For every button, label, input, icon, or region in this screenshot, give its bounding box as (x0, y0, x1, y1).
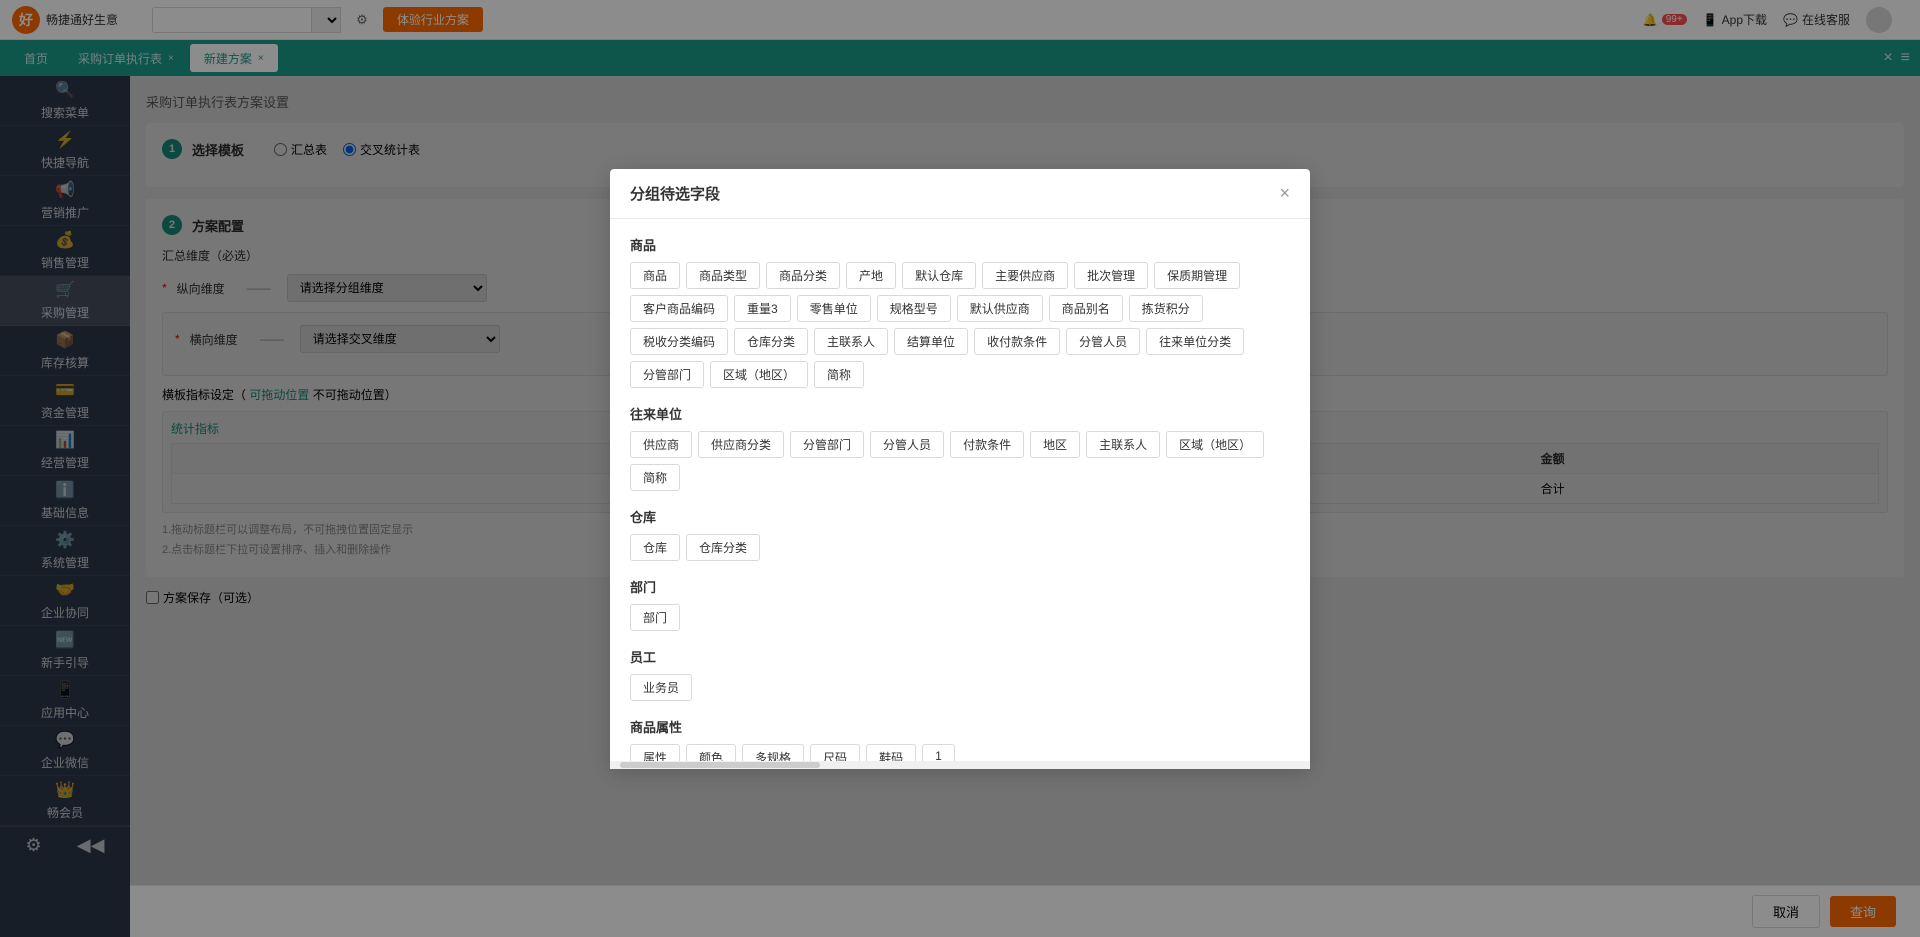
field-tag-0-3[interactable]: 产地 (846, 262, 896, 289)
field-tag-0-17[interactable]: 主联系人 (814, 328, 888, 355)
field-tag-1-3[interactable]: 分管人员 (870, 431, 944, 458)
field-tags-0: 商品商品类型商品分类产地默认仓库主要供应商批次管理保质期管理客户商品编码重量3零… (630, 262, 1290, 388)
field-tag-1-1[interactable]: 供应商分类 (698, 431, 784, 458)
field-section-title-4: 员工 (630, 647, 1290, 666)
modal-close-button[interactable]: × (1279, 184, 1290, 202)
field-tag-0-5[interactable]: 主要供应商 (982, 262, 1068, 289)
field-tag-1-5[interactable]: 地区 (1030, 431, 1080, 458)
field-tag-0-12[interactable]: 默认供应商 (957, 295, 1043, 322)
field-tag-0-7[interactable]: 保质期管理 (1154, 262, 1240, 289)
field-section-5: 商品属性属性颜色多规格尺码鞋码 1 (630, 717, 1290, 761)
field-tag-0-21[interactable]: 往来单位分类 (1146, 328, 1244, 355)
field-section-3: 部门部门 (630, 577, 1290, 631)
modal-overlay[interactable]: 分组待选字段 × 商品商品商品类型商品分类产地默认仓库主要供应商批次管理保质期管… (0, 0, 1920, 937)
field-tag-5-2[interactable]: 多规格 (742, 744, 804, 761)
field-tag-0-20[interactable]: 分管人员 (1066, 328, 1140, 355)
modal: 分组待选字段 × 商品商品商品类型商品分类产地默认仓库主要供应商批次管理保质期管… (610, 169, 1310, 769)
field-tag-5-3[interactable]: 尺码 (810, 744, 860, 761)
field-tags-5: 属性颜色多规格尺码鞋码 1 (630, 744, 1290, 761)
field-tag-0-9[interactable]: 重量3 (734, 295, 791, 322)
field-tag-4-0[interactable]: 业务员 (630, 674, 692, 701)
field-tag-1-8[interactable]: 简称 (630, 464, 680, 491)
field-section-title-3: 部门 (630, 577, 1290, 596)
field-tag-0-8[interactable]: 客户商品编码 (630, 295, 728, 322)
modal-body: 商品商品商品类型商品分类产地默认仓库主要供应商批次管理保质期管理客户商品编码重量… (610, 219, 1310, 761)
field-tag-0-11[interactable]: 规格型号 (877, 295, 951, 322)
field-tag-0-18[interactable]: 结算单位 (894, 328, 968, 355)
field-section-title-2: 仓库 (630, 507, 1290, 526)
field-tag-0-1[interactable]: 商品类型 (686, 262, 760, 289)
field-tag-3-0[interactable]: 部门 (630, 604, 680, 631)
field-section-title-5: 商品属性 (630, 717, 1290, 736)
field-tag-0-2[interactable]: 商品分类 (766, 262, 840, 289)
field-tag-5-1[interactable]: 颜色 (686, 744, 736, 761)
field-tag-0-0[interactable]: 商品 (630, 262, 680, 289)
field-tags-2: 仓库仓库分类 (630, 534, 1290, 561)
field-tag-0-6[interactable]: 批次管理 (1074, 262, 1148, 289)
field-section-4: 员工业务员 (630, 647, 1290, 701)
field-tag-0-15[interactable]: 税收分类编码 (630, 328, 728, 355)
field-tag-0-10[interactable]: 零售单位 (797, 295, 871, 322)
field-tags-1: 供应商供应商分类分管部门分管人员付款条件地区主联系人区域（地区） 简称 (630, 431, 1290, 491)
field-tags-4: 业务员 (630, 674, 1290, 701)
field-tag-0-23[interactable]: 区域（地区） (710, 361, 808, 388)
field-tag-1-0[interactable]: 供应商 (630, 431, 692, 458)
field-tag-0-13[interactable]: 商品别名 (1049, 295, 1123, 322)
modal-title: 分组待选字段 (630, 183, 720, 204)
field-section-1: 往来单位供应商供应商分类分管部门分管人员付款条件地区主联系人区域（地区） 简称 (630, 404, 1290, 491)
modal-scrollbar (610, 761, 1310, 769)
field-tag-0-24[interactable]: 简称 (814, 361, 864, 388)
field-tag-0-14[interactable]: 拣货积分 (1129, 295, 1203, 322)
field-tags-3: 部门 (630, 604, 1290, 631)
field-section-0: 商品商品商品类型商品分类产地默认仓库主要供应商批次管理保质期管理客户商品编码重量… (630, 235, 1290, 388)
field-tag-0-22[interactable]: 分管部门 (630, 361, 704, 388)
field-tag-0-4[interactable]: 默认仓库 (902, 262, 976, 289)
field-tag-0-16[interactable]: 仓库分类 (734, 328, 808, 355)
field-section-2: 仓库仓库仓库分类 (630, 507, 1290, 561)
field-tag-1-2[interactable]: 分管部门 (790, 431, 864, 458)
field-section-title-0: 商品 (630, 235, 1290, 254)
field-tag-1-6[interactable]: 主联系人 (1086, 431, 1160, 458)
modal-scrollbar-thumb (620, 762, 820, 768)
field-tag-5-5[interactable]: 1 (922, 744, 955, 761)
field-tag-1-7[interactable]: 区域（地区） (1166, 431, 1264, 458)
modal-header: 分组待选字段 × (610, 169, 1310, 219)
field-tag-5-4[interactable]: 鞋码 (866, 744, 916, 761)
field-tag-1-4[interactable]: 付款条件 (950, 431, 1024, 458)
field-section-title-1: 往来单位 (630, 404, 1290, 423)
field-tag-0-19[interactable]: 收付款条件 (974, 328, 1060, 355)
field-tag-5-0[interactable]: 属性 (630, 744, 680, 761)
field-tag-2-0[interactable]: 仓库 (630, 534, 680, 561)
field-tag-2-1[interactable]: 仓库分类 (686, 534, 760, 561)
